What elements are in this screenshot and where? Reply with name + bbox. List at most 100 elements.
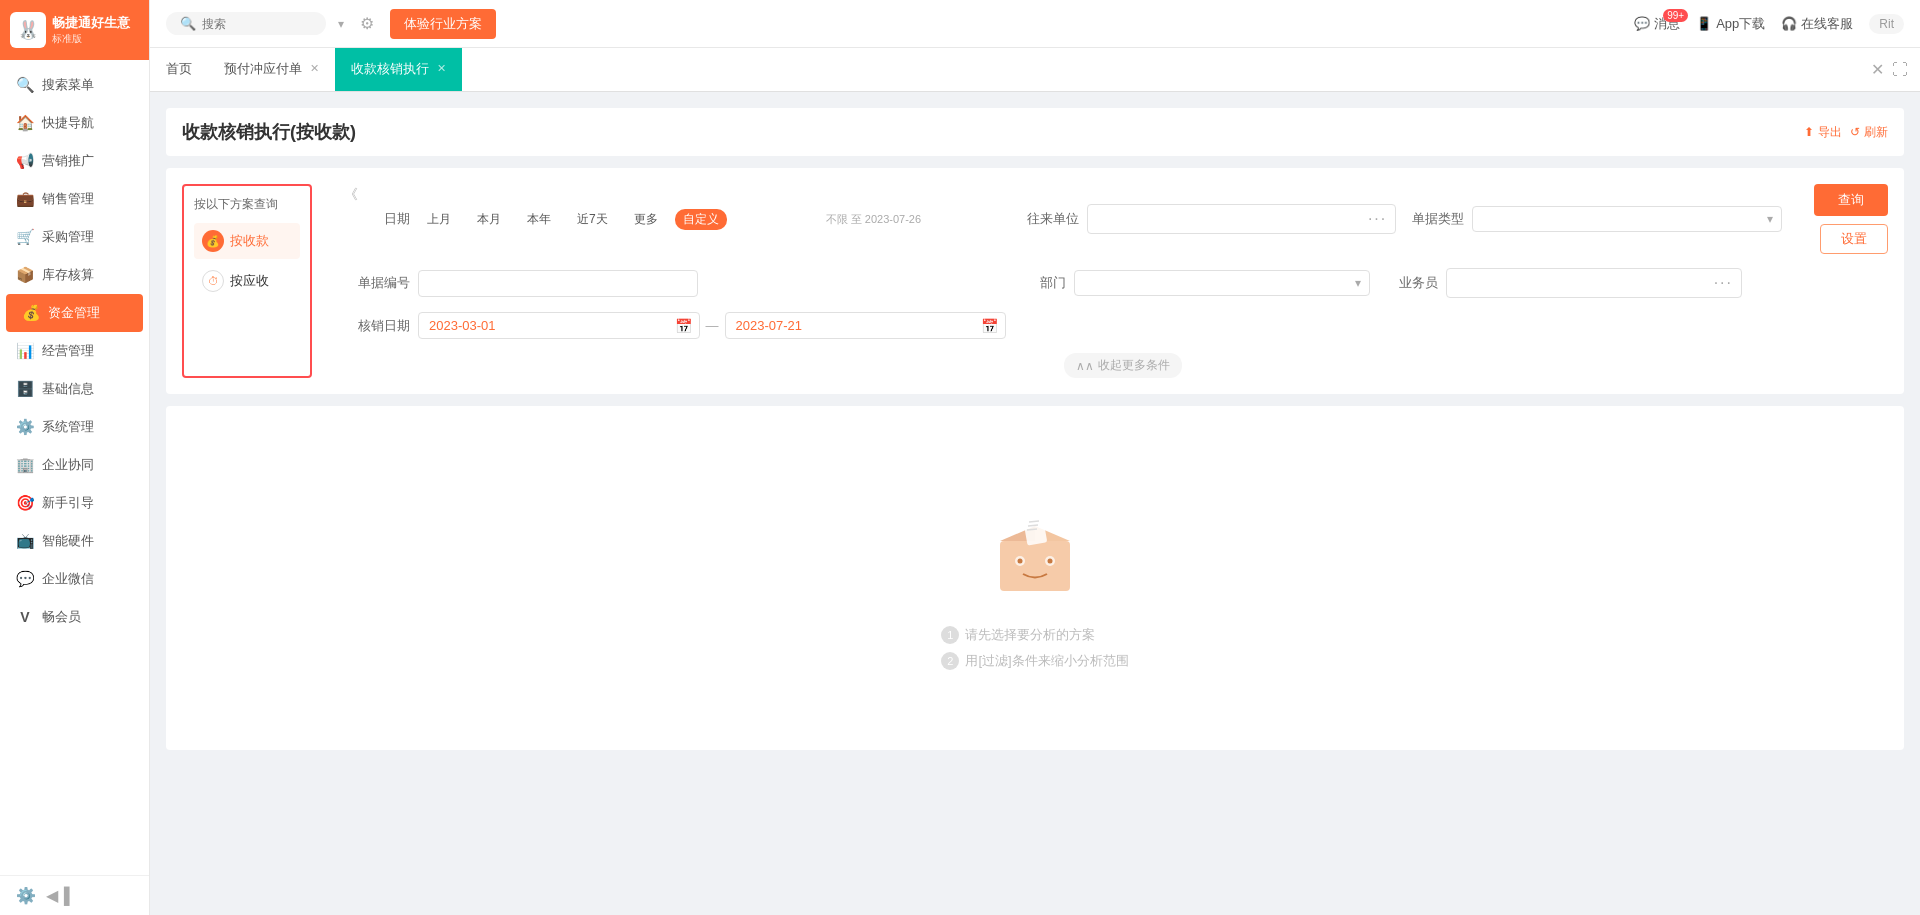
inventory-icon: 📦 xyxy=(16,266,34,284)
writeoff-date-end-wrap: 📅 xyxy=(725,312,1007,339)
message-badge: 99+ xyxy=(1663,9,1688,22)
marketing-icon: 📢 xyxy=(16,152,34,170)
collapse-more-button[interactable]: ∧∧ 收起更多条件 xyxy=(1064,353,1182,378)
doctype-chevron-icon: ▾ xyxy=(1767,212,1773,226)
sidebar-item-label: 采购管理 xyxy=(42,228,94,246)
salesperson-select[interactable]: ··· xyxy=(1446,268,1742,298)
search-input[interactable] xyxy=(202,17,282,31)
logo-title: 畅捷通好生意 xyxy=(52,14,130,32)
tabbar: 首页 预付冲应付单 ✕ 收款核销执行 ✕ ✕ ⛶ xyxy=(150,48,1920,92)
filter-option-label: 按收款 xyxy=(230,232,269,250)
sidebar-collapse-icon[interactable]: ◀▐ xyxy=(46,886,69,905)
filter-collapse-icon[interactable]: 《 xyxy=(344,186,358,204)
counterparty-select[interactable]: ··· xyxy=(1087,204,1397,234)
sidebar-item-enterprise[interactable]: 🏢 企业协同 xyxy=(0,446,149,484)
sidebar-item-finance[interactable]: 💰 资金管理 xyxy=(6,294,143,332)
doctype-select[interactable]: ▾ xyxy=(1472,206,1782,232)
salesperson-field: 业务员 ··· xyxy=(1386,268,1742,298)
user-avatar[interactable]: Rit xyxy=(1869,14,1904,34)
filter-actions: 查询 设置 xyxy=(1798,184,1888,254)
counterparty-field: 往来单位 ··· xyxy=(1027,204,1397,234)
topbar-gear-icon[interactable]: ⚙ xyxy=(360,14,374,33)
counterparty-more-icon[interactable]: ··· xyxy=(1368,210,1387,228)
sidebar-item-label: 经营管理 xyxy=(42,342,94,360)
search-icon: 🔍 xyxy=(16,76,34,94)
tab-collection[interactable]: 收款核销执行 ✕ xyxy=(335,48,462,91)
sidebar-item-label: 营销推广 xyxy=(42,152,94,170)
tab-prepay[interactable]: 预付冲应付单 ✕ xyxy=(208,48,335,91)
doctype-field: 单据类型 ▾ xyxy=(1412,206,1782,232)
system-icon: ⚙️ xyxy=(16,418,34,436)
sidebar-item-guide[interactable]: 🎯 新手引导 xyxy=(0,484,149,522)
tab-collection-close-icon[interactable]: ✕ xyxy=(437,62,446,75)
sidebar-item-marketing[interactable]: 📢 营销推广 xyxy=(0,142,149,180)
quick-date-more[interactable]: 更多 xyxy=(625,207,667,232)
service-button[interactable]: 🎧 在线客服 xyxy=(1781,15,1853,33)
empty-step1-text: 请先选择要分析的方案 xyxy=(965,626,1095,644)
date-nolimit-text: 不限 至 2023-07-26 xyxy=(826,213,921,225)
sidebar-item-label: 快捷导航 xyxy=(42,114,94,132)
sidebar-item-purchase[interactable]: 🛒 采购管理 xyxy=(0,218,149,256)
sidebar-item-shortcut[interactable]: 🏠 快捷导航 xyxy=(0,104,149,142)
message-button[interactable]: 💬 消息 99+ xyxy=(1634,15,1680,33)
app-download-button[interactable]: 📱 App下载 xyxy=(1696,15,1765,33)
writeoff-date-end[interactable] xyxy=(725,312,1007,339)
docno-input[interactable] xyxy=(418,270,698,297)
export-button[interactable]: ⬆ 导出 xyxy=(1804,124,1842,141)
tab-home[interactable]: 首页 xyxy=(150,48,208,91)
refresh-button[interactable]: ↺ 刷新 xyxy=(1850,124,1888,141)
salesperson-more-icon[interactable]: ··· xyxy=(1714,274,1733,292)
solution-button[interactable]: 体验行业方案 xyxy=(390,9,496,39)
sidebar-item-label: 资金管理 xyxy=(48,304,100,322)
settings-icon[interactable]: ⚙️ xyxy=(16,886,36,905)
topbar-search[interactable]: 🔍 xyxy=(166,12,326,35)
sidebar-item-inventory[interactable]: 📦 库存核算 xyxy=(0,256,149,294)
enterprise-icon: 🏢 xyxy=(16,456,34,474)
sidebar-item-operations[interactable]: 📊 经营管理 xyxy=(0,332,149,370)
sidebar-item-basic[interactable]: 🗄️ 基础信息 xyxy=(0,370,149,408)
sidebar-nav: 🔍 搜索菜单 🏠 快捷导航 📢 营销推广 💼 销售管理 🛒 采购管理 📦 库存核… xyxy=(0,60,149,875)
quick-dates: 上月 本月 本年 近7天 更多 自定义 xyxy=(418,207,727,232)
tab-home-label: 首页 xyxy=(166,60,192,78)
quick-date-this-month[interactable]: 本月 xyxy=(468,207,510,232)
setting-button[interactable]: 设置 xyxy=(1820,224,1888,254)
page-title: 收款核销执行(按收款) xyxy=(182,120,356,144)
dropdown-chevron-icon[interactable]: ▾ xyxy=(338,17,344,31)
filter-option-by-collection[interactable]: 💰 按收款 xyxy=(194,223,300,259)
page-header: 收款核销执行(按收款) ⬆ 导出 ↺ 刷新 xyxy=(166,108,1904,156)
empty-illustration xyxy=(975,486,1095,606)
content-area: 收款核销执行(按收款) ⬆ 导出 ↺ 刷新 按以下方案查询 💰 按收款 xyxy=(150,92,1920,915)
sidebar-item-sales[interactable]: 💼 销售管理 xyxy=(0,180,149,218)
tab-prepay-close-icon[interactable]: ✕ xyxy=(310,62,319,75)
tab-fullscreen-icon[interactable]: ⛶ xyxy=(1892,61,1908,79)
sidebar-item-member[interactable]: V 畅会员 xyxy=(0,598,149,636)
salesperson-label: 业务员 xyxy=(1386,274,1438,292)
docno-field: 单据编号 xyxy=(358,270,998,297)
empty-svg xyxy=(975,486,1095,606)
service-label: 在线客服 xyxy=(1801,15,1853,33)
query-button[interactable]: 查询 xyxy=(1814,184,1888,216)
counterparty-label: 往来单位 xyxy=(1027,210,1079,228)
tab-close-all-icon[interactable]: ✕ xyxy=(1871,60,1884,79)
tab-prepay-label: 预付冲应付单 xyxy=(224,60,302,78)
sidebar-item-hardware[interactable]: 📺 智能硬件 xyxy=(0,522,149,560)
writeoff-date-start[interactable] xyxy=(418,312,700,339)
department-select[interactable]: ▾ xyxy=(1074,270,1370,296)
filter-option-by-receivable[interactable]: ⏱ 按应收 xyxy=(194,263,300,299)
docno-label: 单据编号 xyxy=(358,274,410,292)
guide-icon: 🎯 xyxy=(16,494,34,512)
calendar-start-icon[interactable]: 📅 xyxy=(675,318,692,334)
sidebar-item-wechat[interactable]: 💬 企业微信 xyxy=(0,560,149,598)
sidebar-item-label: 搜索菜单 xyxy=(42,76,94,94)
quick-date-7days[interactable]: 近7天 xyxy=(568,207,617,232)
department-label: 部门 xyxy=(1014,274,1066,292)
quick-date-last-month[interactable]: 上月 xyxy=(418,207,460,232)
calendar-end-icon[interactable]: 📅 xyxy=(981,318,998,334)
custom-date-badge[interactable]: 自定义 xyxy=(675,209,727,230)
filter-panel: 按以下方案查询 💰 按收款 ⏱ 按应收 《 日期 xyxy=(166,168,1904,394)
sidebar-item-search[interactable]: 🔍 搜索菜单 xyxy=(0,66,149,104)
receivable-icon: ⏱ xyxy=(202,270,224,292)
quick-date-this-year[interactable]: 本年 xyxy=(518,207,560,232)
sidebar: 🐰 畅捷通好生意 标准版 🔍 搜索菜单 🏠 快捷导航 📢 营销推广 💼 销售管理… xyxy=(0,0,150,915)
sidebar-item-system[interactable]: ⚙️ 系统管理 xyxy=(0,408,149,446)
